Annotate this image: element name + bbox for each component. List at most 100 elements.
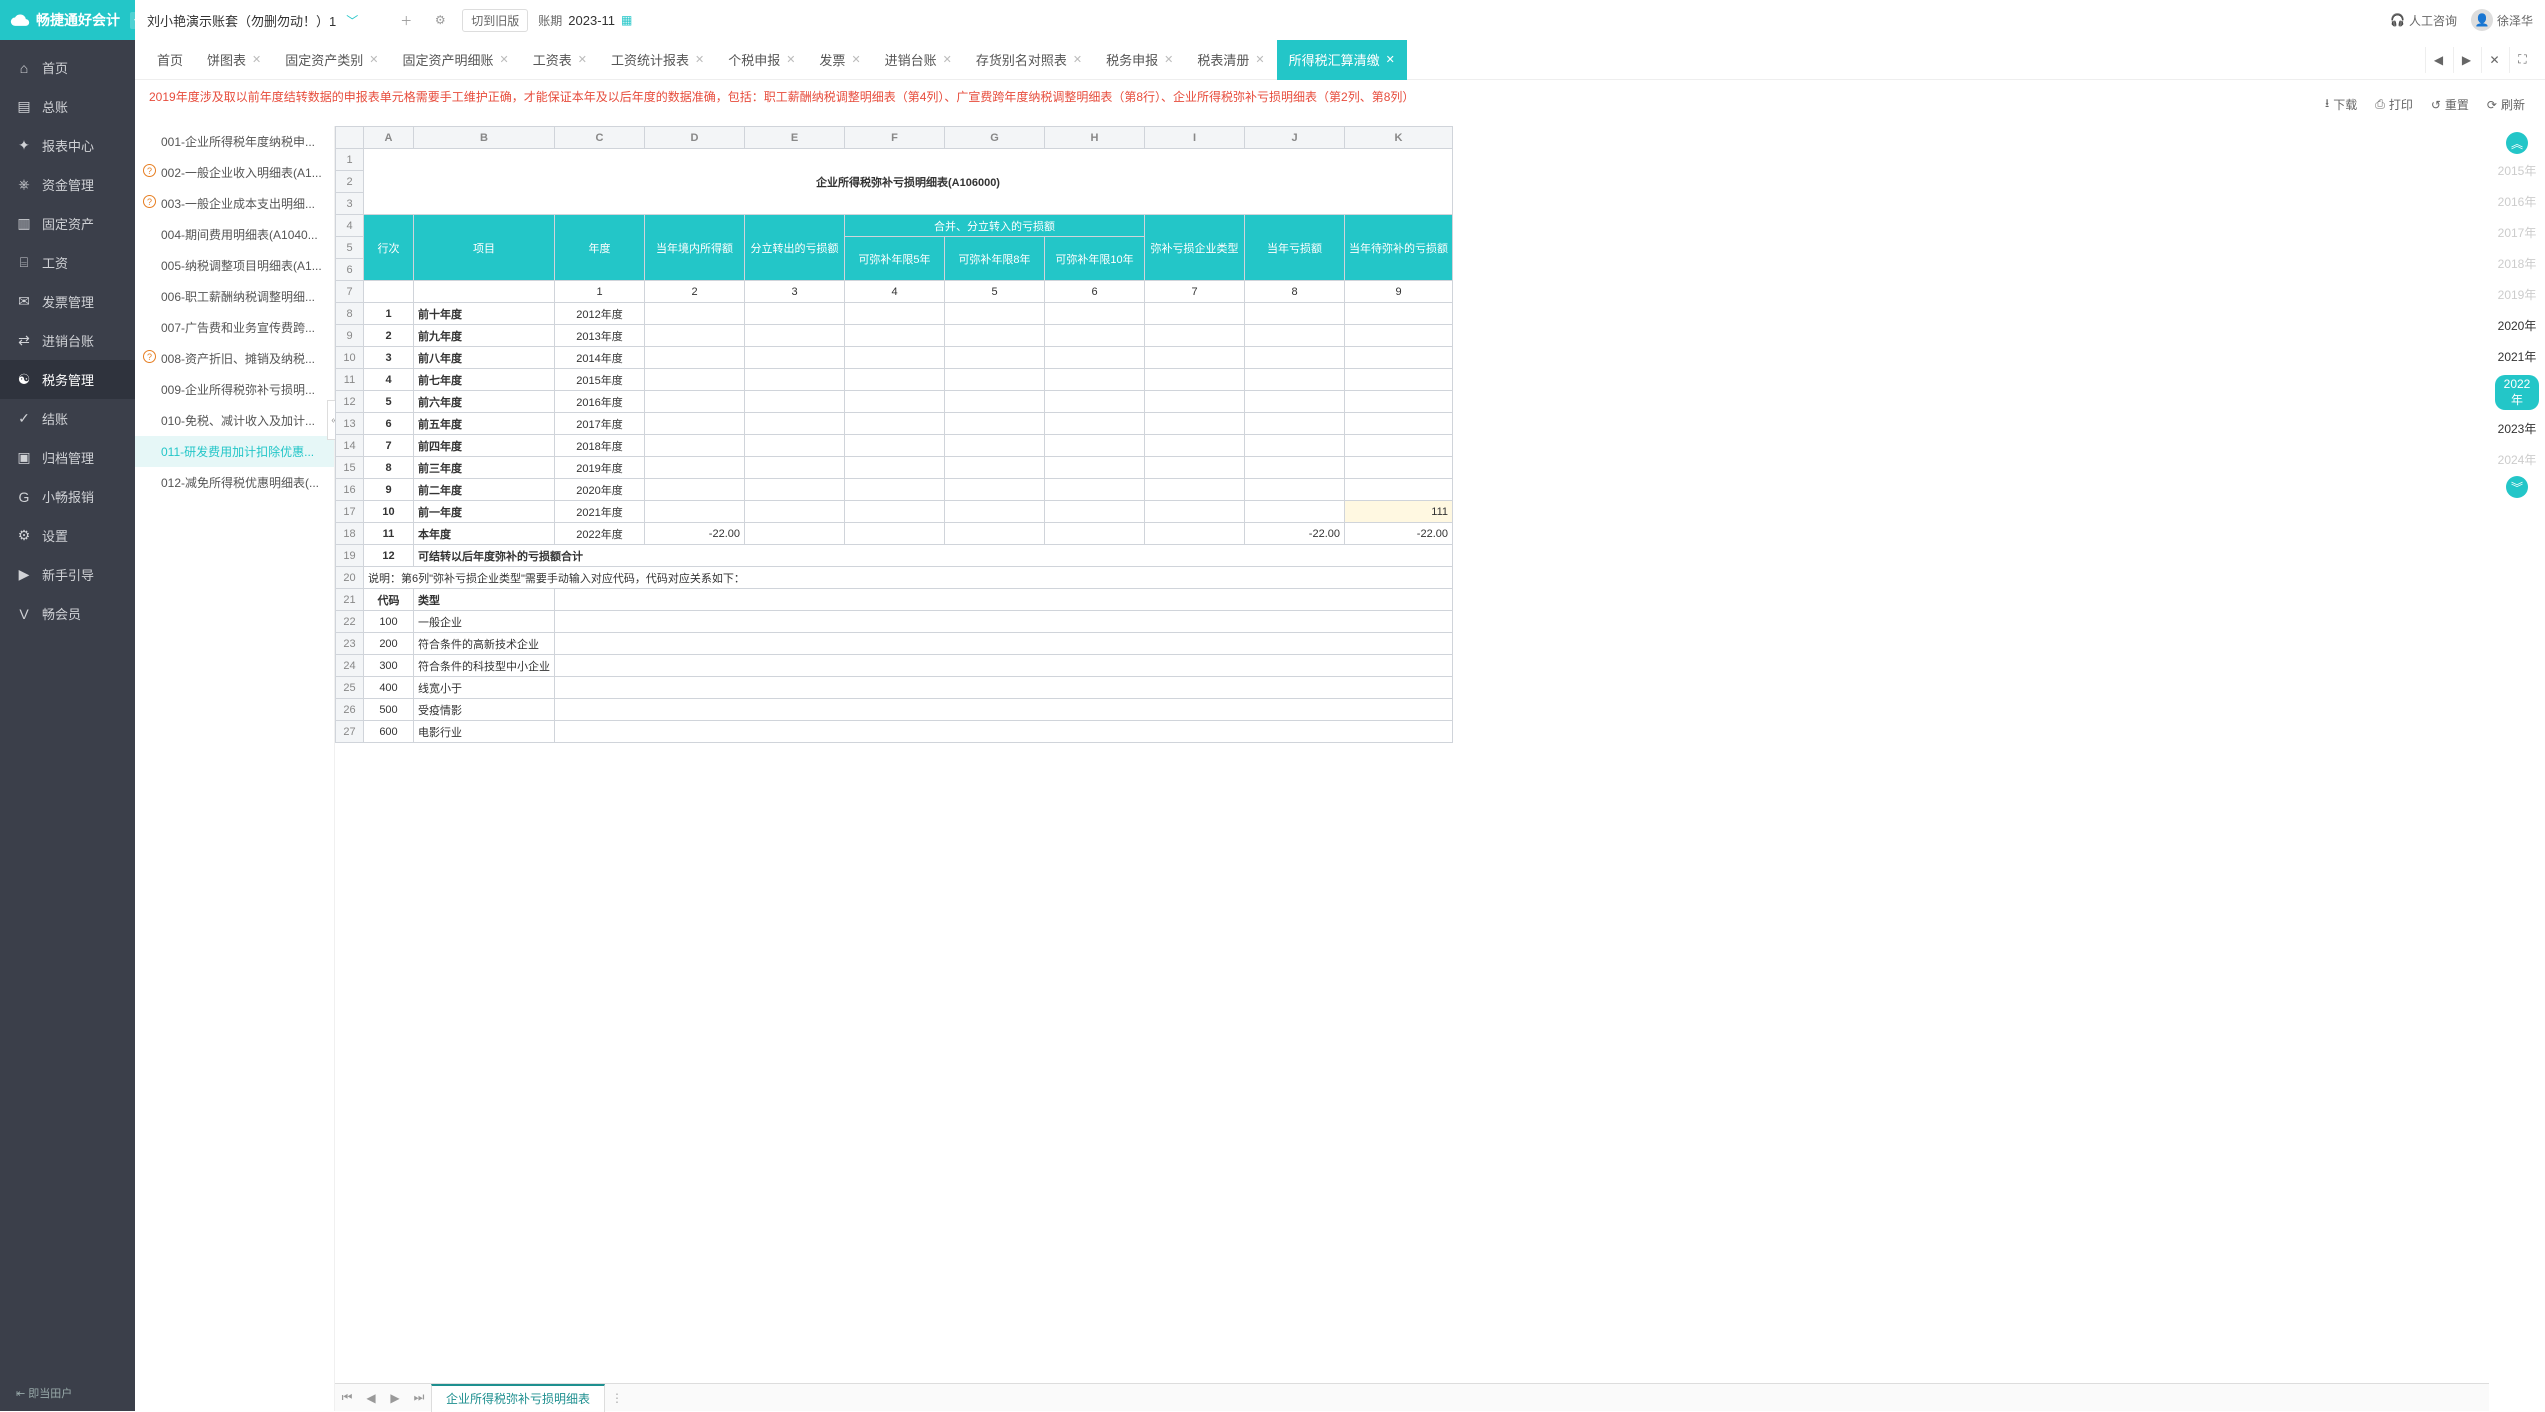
close-icon[interactable]: ✕ [1386,53,1395,66]
sheet-prev-icon[interactable]: ◀ [359,1391,383,1405]
sheet-next-icon[interactable]: ▶ [383,1391,407,1405]
tab[interactable]: 工资统计报表✕ [599,40,716,80]
close-icon[interactable]: ✕ [252,53,261,66]
period-value[interactable]: 2023-11 [568,13,615,28]
reset-button[interactable]: ↺重置 [2431,94,2469,115]
report-list-item[interactable]: 007-广告费和业务宣传费跨... [135,312,334,343]
add-icon[interactable]: ＋ [394,8,418,32]
report-list-item[interactable]: 012-减免所得税优惠明细表(... [135,467,334,498]
gear-icon[interactable]: ⚙ [428,8,452,32]
sidebar-icon: ⌂ [16,60,32,76]
tab[interactable]: 所得税汇算清缴✕ [1277,40,1407,80]
tab-label: 发票 [819,50,845,69]
sidebar-item[interactable]: ✓结账 [0,399,135,438]
tab[interactable]: 工资表✕ [521,40,599,80]
year-item[interactable]: 2023年 [2489,414,2545,443]
tab[interactable]: 进销台账✕ [873,40,964,80]
sidebar-item[interactable]: ▤总账 [0,87,135,126]
col-letter: F [845,127,945,149]
sidebar-label: 税务管理 [42,370,94,389]
close-icon[interactable]: ✕ [851,53,860,66]
sidebar-item[interactable]: ▶新手引导 [0,555,135,594]
sidebar-icon: ✉ [16,294,32,310]
report-list-item[interactable]: 010-免税、减计收入及加计... [135,405,334,436]
account-name[interactable]: 刘小艳演示账套（勿删勿动！）1 [147,11,336,30]
year-item[interactable]: 2018年 [2489,249,2545,278]
sidebar-label: 发票管理 [42,292,94,311]
refresh-button[interactable]: ⟳刷新 [2487,94,2525,115]
tab[interactable]: 税表清册✕ [1185,40,1276,80]
close-icon[interactable]: ✕ [1164,53,1173,66]
fullscreen-icon[interactable]: ⛶ [2509,47,2535,73]
close-icon[interactable]: ✕ [695,53,704,66]
year-item[interactable]: 2015年 [2489,156,2545,185]
sidebar-item[interactable]: ▣归档管理 [0,438,135,477]
sidebar-label: 新手引导 [42,565,94,584]
tab[interactable]: 固定资产明细账✕ [390,40,520,80]
close-icon[interactable]: ✕ [1255,53,1264,66]
sidebar-icon: ▥ [16,216,32,232]
year-up-icon[interactable]: ︽ [2506,132,2528,154]
tab[interactable]: 首页 [145,40,195,80]
report-list-item[interactable]: 005-纳税调整项目明细表(A1... [135,250,334,281]
refresh-icon: ⟳ [2487,98,2497,112]
close-icon[interactable]: ✕ [578,53,587,66]
report-list-item[interactable]: ?002-一般企业收入明细表(A1... [135,157,334,188]
report-list-item[interactable]: 004-期间费用明细表(A1040... [135,219,334,250]
user-menu[interactable]: 👤 徐泽华 [2471,9,2533,31]
year-item[interactable]: 2020年 [2489,311,2545,340]
close-icon[interactable]: ✕ [786,53,795,66]
sidebar-item[interactable]: ⇄进销台账 [0,321,135,360]
tab-next-icon[interactable]: ▶ [2453,47,2479,73]
report-list-item[interactable]: 011-研发费用加计扣除优惠... [135,436,334,467]
year-item[interactable]: 2021年 [2489,342,2545,371]
close-icon[interactable]: ✕ [369,53,378,66]
report-list-item[interactable]: ?008-资产折旧、摊销及纳税... [135,343,334,374]
sidebar-item[interactable]: ▥固定资产 [0,204,135,243]
sidebar-item[interactable]: ⌸工资 [0,243,135,282]
tab[interactable]: 税务申报✕ [1094,40,1185,80]
sheet-first-icon[interactable]: ⏮ [335,1390,359,1405]
report-list-item[interactable]: ?003-一般企业成本支出明细... [135,188,334,219]
tab-prev-icon[interactable]: ◀ [2425,47,2451,73]
year-item[interactable]: 2019年 [2489,280,2545,309]
download-button[interactable]: ⭳下载 [2325,94,2357,115]
tab[interactable]: 个税申报✕ [716,40,807,80]
sidebar-item[interactable]: ⌂首页 [0,48,135,87]
sheet-last-icon[interactable]: ⏭ [407,1390,431,1405]
tab[interactable]: 存货别名对照表✕ [964,40,1094,80]
sheet-title: 企业所得税弥补亏损明细表(A106000) [364,149,1453,215]
year-item[interactable]: 2016年 [2489,187,2545,216]
sidebar-item[interactable]: G小畅报销 [0,477,135,516]
col-letter: G [945,127,1045,149]
tab[interactable]: 固定资产类别✕ [273,40,390,80]
tab[interactable]: 发票 ✕ [807,40,872,80]
sheet-tab[interactable]: 企业所得税弥补亏损明细表 [431,1384,605,1412]
sidebar-item[interactable]: ☯税务管理 [0,360,135,399]
sidebar-item[interactable]: ⎈资金管理 [0,165,135,204]
sheet-menu-icon[interactable]: ⋮ [611,1391,623,1405]
print-button[interactable]: ⎙打印 [2375,94,2413,115]
tab[interactable]: 饼图表✕ [195,40,273,80]
close-icon[interactable]: ✕ [1073,53,1082,66]
report-list-item[interactable]: 006-职工薪酬纳税调整明细... [135,281,334,312]
sidebar-item[interactable]: ✉ 发票管理 [0,282,135,321]
calendar-icon[interactable]: ▦ [621,13,632,27]
report-list-item[interactable]: 001-企业所得税年度纳税申... [135,126,334,157]
col-letter: I [1145,127,1245,149]
close-icon[interactable]: ✕ [500,53,509,66]
year-item[interactable]: 2022年 [2495,375,2539,410]
tab-close-all-icon[interactable]: ✕ [2481,47,2507,73]
report-list-item[interactable]: 009-企业所得税弥补亏损明... [135,374,334,405]
consult-link[interactable]: 🎧 人工咨询 [2390,12,2457,29]
corner-cell [336,127,364,149]
year-item[interactable]: 2024年 [2489,445,2545,474]
year-item[interactable]: 2017年 [2489,218,2545,247]
old-version-button[interactable]: 切到旧版 [462,9,528,32]
sidebar-item[interactable]: ⚙设置 [0,516,135,555]
sidebar-item[interactable]: ✦报表中心 [0,126,135,165]
account-dropdown-icon[interactable]: ﹀ [346,12,358,29]
year-down-icon[interactable]: ︾ [2506,476,2528,498]
close-icon[interactable]: ✕ [943,53,952,66]
sidebar-item[interactable]: V畅会员 [0,594,135,633]
